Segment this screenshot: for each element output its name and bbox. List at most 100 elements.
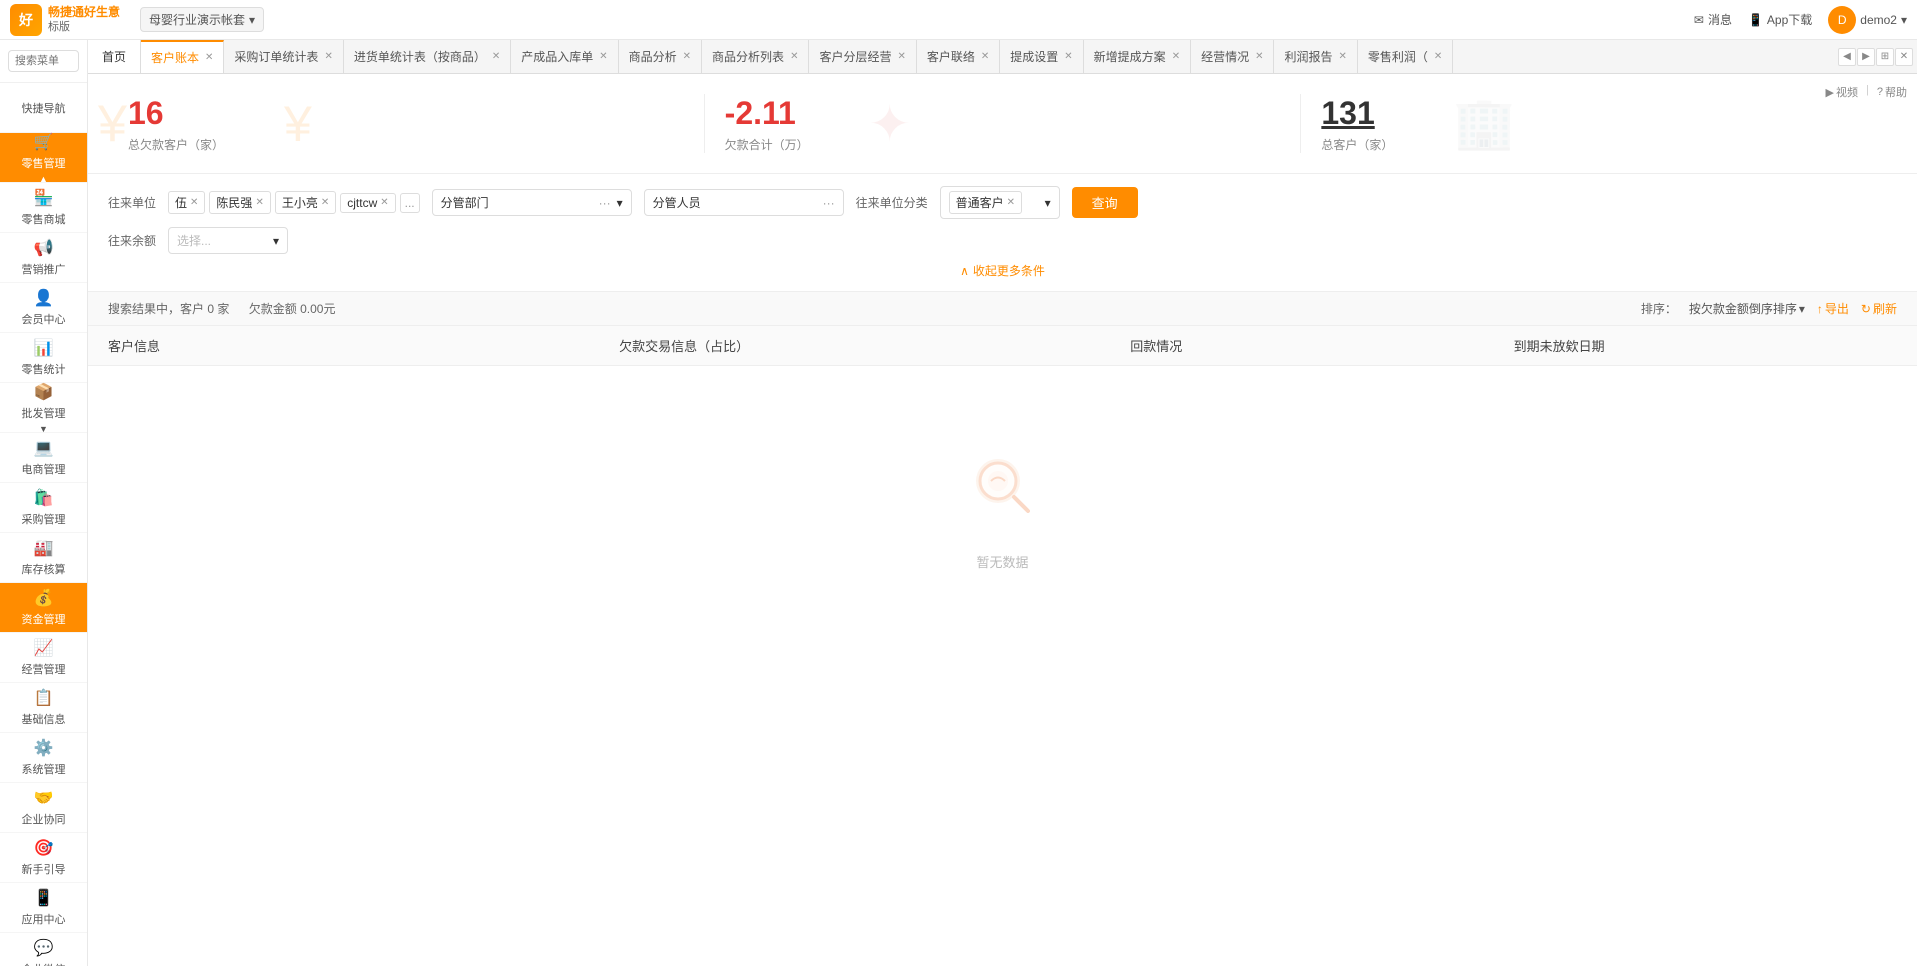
tab-retail-profit[interactable]: 零售利润（ ✕: [1358, 40, 1453, 74]
sidebar-item-system[interactable]: ⚙️ 系统管理: [0, 733, 87, 783]
tab-close-all-btn[interactable]: ✕: [1895, 48, 1913, 66]
sidebar-item-operation[interactable]: 📈 经营管理: [0, 633, 87, 683]
tab-home[interactable]: 首页: [88, 40, 141, 74]
sidebar-item-retail-mall[interactable]: 🏪 零售商城: [0, 183, 87, 233]
sidebar-item-retail[interactable]: 🛒 零售管理 ▲: [0, 133, 87, 183]
tab-close-biz-situation[interactable]: ✕: [1255, 51, 1263, 62]
tab-goods-analysis-list[interactable]: 商品分析列表 ✕: [702, 40, 809, 74]
category-selector[interactable]: 普通客户 ✕ ▾: [940, 186, 1060, 219]
stat-block-debt-customers: 16 总欠款客户（家） ¥: [108, 84, 704, 163]
sidebar-item-wechat-biz[interactable]: 💬 企业微信: [0, 933, 87, 966]
tab-close-cost-inbound[interactable]: ✕: [599, 51, 607, 62]
tag-close-wu[interactable]: ✕: [190, 197, 198, 208]
help-button[interactable]: ? 帮助: [1877, 84, 1907, 100]
sidebar-item-newbie[interactable]: 🎯 新手引导: [0, 833, 87, 883]
tab-customer-contact[interactable]: 客户联络 ✕: [917, 40, 1000, 74]
tab-close-profit-report[interactable]: ✕: [1339, 51, 1347, 62]
more-tags-btn[interactable]: ...: [400, 193, 420, 213]
tab-close-purchase-order-stat[interactable]: ✕: [324, 51, 332, 62]
chevron-down-icon-user: ▾: [1901, 13, 1907, 27]
tab-scroll-right[interactable]: ▶: [1857, 48, 1875, 66]
purchase-icon: 🛍️: [34, 488, 54, 508]
refresh-button[interactable]: ↻ 刷新: [1861, 300, 1897, 317]
tab-profit-report[interactable]: 利润报告 ✕: [1274, 40, 1357, 74]
newbie-icon: 🎯: [34, 838, 54, 858]
operation-icon: 📈: [34, 638, 54, 658]
tag-close-chen[interactable]: ✕: [255, 197, 263, 208]
sidebar-item-ecommerce[interactable]: 💻 电商管理: [0, 433, 87, 483]
filter-tag-wu[interactable]: 伍 ✕: [168, 191, 205, 214]
sidebar-item-capital[interactable]: 💰 资金管理: [0, 583, 87, 633]
tab-close-customer-segment[interactable]: ✕: [897, 51, 905, 62]
tab-close-goods-analysis-list[interactable]: ✕: [790, 51, 798, 62]
tag-close-wang[interactable]: ✕: [321, 197, 329, 208]
dept-more-icon: ···: [599, 196, 611, 210]
chevron-category-icon: ▾: [1045, 196, 1051, 210]
empty-illustration: [963, 446, 1043, 540]
tab-purchase-order-stat[interactable]: 采购订单统计表 ✕: [224, 40, 343, 74]
tab-reminder-settings[interactable]: 提成设置 ✕: [1000, 40, 1083, 74]
tab-customer-capital[interactable]: 客户账本 ✕: [141, 40, 224, 74]
category-label: 往来单位分类: [856, 194, 928, 211]
tab-close-retail-profit[interactable]: ✕: [1434, 51, 1442, 62]
person-selector[interactable]: 分管人员 ···: [644, 189, 844, 216]
tab-close-customer-capital[interactable]: ✕: [205, 52, 213, 63]
collapse-button[interactable]: ∧ 收起更多条件: [108, 262, 1897, 279]
user-avatar-area[interactable]: D demo2 ▾: [1828, 6, 1907, 34]
tab-close-customer-contact[interactable]: ✕: [981, 51, 989, 62]
query-button[interactable]: 查询: [1072, 187, 1138, 218]
stat-debt-customers-label: 总欠款客户（家）: [128, 136, 224, 153]
filter-area: 往来单位 伍 ✕ 陈民强 ✕ 王小亮: [88, 174, 1917, 292]
sidebar-item-member[interactable]: 👤 会员中心: [0, 283, 87, 333]
sidebar-item-retail-stats[interactable]: 📊 零售统计: [0, 333, 87, 383]
filter-row-2: 往来余额 选择... ▾: [108, 227, 1897, 254]
tab-cost-inbound[interactable]: 产成品入库单 ✕: [511, 40, 618, 74]
results-bar: 搜索结果中，客户 0 家 欠款金额 0.00元 排序： 按欠款金额倒序排序 ▾: [88, 292, 1917, 326]
tab-close-inbound-stat[interactable]: ✕: [492, 51, 500, 62]
results-summary: 搜索结果中，客户 0 家 欠款金额 0.00元: [108, 300, 335, 317]
tab-close-add-plan[interactable]: ✕: [1172, 51, 1180, 62]
sidebar-item-purchase[interactable]: 🛍️ 采购管理: [0, 483, 87, 533]
tab-close-reminder-settings[interactable]: ✕: [1064, 51, 1072, 62]
export-button[interactable]: ↑ 导出: [1817, 300, 1849, 317]
video-button[interactable]: ▶ 视频: [1826, 84, 1858, 100]
person-more-icon: ···: [823, 196, 835, 210]
debt-value: 0.00元: [300, 302, 335, 316]
sidebar-item-cooperation[interactable]: 🤝 企业协同: [0, 783, 87, 833]
tab-scroll-left[interactable]: ◀: [1838, 48, 1856, 66]
username: demo2: [1860, 13, 1897, 27]
stat-total-customers-value: 131: [1321, 95, 1393, 132]
sidebar-item-basic-info[interactable]: 📋 基础信息: [0, 683, 87, 733]
unit-tags: 伍 ✕ 陈民强 ✕ 王小亮 ✕: [168, 191, 420, 214]
sidebar-item-inventory[interactable]: 🏭 库存核算: [0, 533, 87, 583]
sidebar-item-app-center[interactable]: 📱 应用中心: [0, 883, 87, 933]
tab-goods-analysis[interactable]: 商品分析 ✕: [619, 40, 702, 74]
filter-tag-wangxiaoliang[interactable]: 王小亮 ✕: [275, 191, 336, 214]
message-button[interactable]: ✉ 消息: [1694, 11, 1732, 28]
tab-add-plan[interactable]: 新增提成方案 ✕: [1084, 40, 1191, 74]
filter-tag-cjttcw[interactable]: cjttcw ✕: [340, 193, 395, 213]
filter-tag-normal-customer[interactable]: 普通客户 ✕: [949, 191, 1022, 214]
stats-area: ¥ 16 总欠款客户（家） ¥: [88, 74, 1917, 174]
sort-selector[interactable]: 按欠款金额倒序排序 ▾: [1689, 300, 1805, 317]
stat-total-customers-label: 总客户（家）: [1321, 136, 1393, 153]
tab-close-goods-analysis[interactable]: ✕: [683, 51, 691, 62]
tab-scroll-controls: ◀ ▶ ⊞ ✕: [1834, 48, 1917, 66]
search-input[interactable]: [8, 50, 79, 72]
tag-close-cjttcw[interactable]: ✕: [380, 197, 388, 208]
tab-inbound-stat[interactable]: 进货单统计表（按商品） ✕: [344, 40, 511, 74]
sidebar-item-wholesale[interactable]: 📦 批发管理 ▼: [0, 383, 87, 433]
wholesale-icon: 📦: [34, 382, 54, 402]
dept-selector[interactable]: 分管部门 ··· ▾: [432, 189, 632, 216]
sidebar-item-marketing[interactable]: 📢 营销推广: [0, 233, 87, 283]
tab-biz-situation[interactable]: 经营情况 ✕: [1191, 40, 1274, 74]
logo-text: 畅捷通好生意 标版: [48, 5, 120, 35]
app-download-button[interactable]: 📱 App下载: [1748, 11, 1812, 28]
empty-text: 暂无数据: [976, 552, 1028, 571]
remain-selector[interactable]: 选择... ▾: [168, 227, 288, 254]
tab-expand-btn[interactable]: ⊞: [1876, 48, 1894, 66]
tab-customer-segment[interactable]: 客户分层经营 ✕: [809, 40, 916, 74]
tag-close-normal[interactable]: ✕: [1007, 197, 1015, 208]
store-selector[interactable]: 母婴行业演示帐套 ▾: [140, 7, 264, 32]
filter-tag-chenminqiang[interactable]: 陈民强 ✕: [209, 191, 270, 214]
